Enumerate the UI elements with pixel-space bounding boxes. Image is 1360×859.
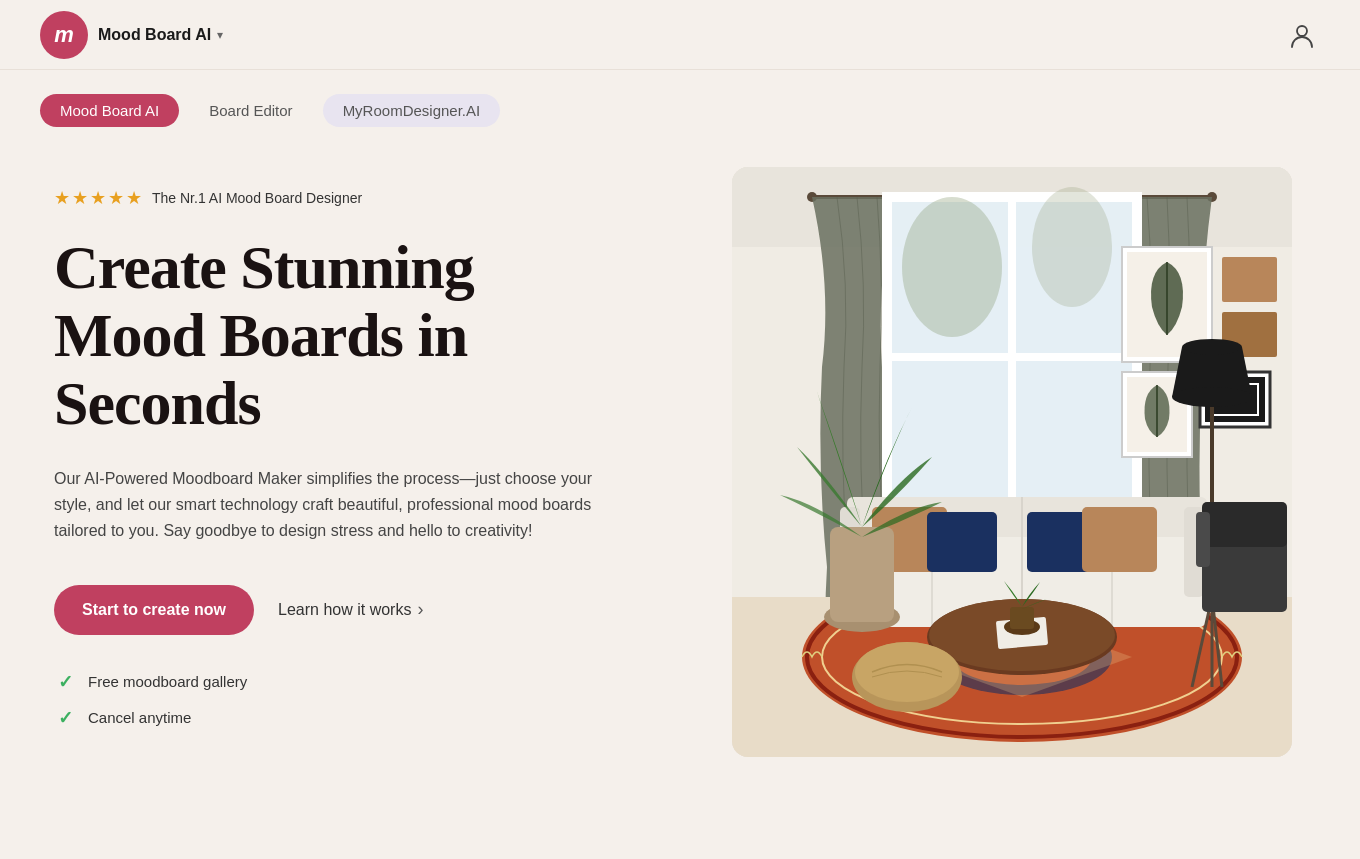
main-content: ★ ★ ★ ★ ★ The Nr.1 AI Mood Board Designe… [0, 127, 1360, 797]
hero-title-line3: Seconds [54, 369, 261, 437]
svg-point-59 [855, 642, 959, 702]
svg-rect-48 [1010, 607, 1034, 629]
features-list: ✓ Free moodboard gallery ✓ Cancel anytim… [54, 671, 664, 729]
feature-item-gallery: ✓ Free moodboard gallery [54, 671, 664, 693]
star-rating: ★ ★ ★ ★ ★ [54, 187, 142, 209]
hero-description: Our AI-Powered Moodboard Maker simplifie… [54, 466, 594, 545]
svg-point-0 [1297, 26, 1307, 36]
feature-cancel-text: Cancel anytime [88, 709, 191, 726]
check-icon-gallery: ✓ [54, 671, 76, 693]
svg-point-11 [902, 197, 1002, 337]
svg-rect-39 [927, 512, 997, 572]
svg-rect-55 [1202, 537, 1287, 612]
svg-rect-56 [1202, 502, 1287, 547]
svg-rect-57 [1196, 512, 1210, 567]
check-icon-cancel: ✓ [54, 707, 76, 729]
logo-letter: m [54, 22, 74, 48]
hero-title-line2: Mood Boards in [54, 301, 467, 369]
header-left: m Mood Board AI ▾ [40, 11, 223, 59]
learn-link-text: Learn how it works [278, 601, 411, 619]
tab-mood-board-ai[interactable]: Mood Board AI [40, 94, 179, 127]
rating-text: The Nr.1 AI Mood Board Designer [152, 190, 362, 206]
right-panel [704, 167, 1320, 757]
user-account-button[interactable] [1284, 17, 1320, 53]
learn-how-link[interactable]: Learn how it works › [278, 599, 423, 620]
svg-point-54 [1172, 387, 1252, 407]
cta-row: Start to create now Learn how it works › [54, 585, 664, 635]
svg-rect-41 [1082, 507, 1157, 572]
left-panel: ★ ★ ★ ★ ★ The Nr.1 AI Mood Board Designe… [54, 167, 664, 729]
brand-nav[interactable]: Mood Board AI ▾ [98, 26, 223, 44]
star-1: ★ [54, 187, 70, 209]
star-5: ★ [126, 187, 142, 209]
svg-rect-16 [1222, 257, 1277, 302]
start-create-button[interactable]: Start to create now [54, 585, 254, 635]
brand-name: Mood Board AI [98, 26, 211, 44]
feature-item-cancel: ✓ Cancel anytime [54, 707, 664, 729]
rating-row: ★ ★ ★ ★ ★ The Nr.1 AI Mood Board Designe… [54, 187, 664, 209]
star-2: ★ [72, 187, 88, 209]
svg-rect-46 [830, 527, 894, 622]
chevron-down-icon: ▾ [217, 28, 223, 42]
star-3: ★ [90, 187, 106, 209]
arrow-right-icon: › [417, 599, 423, 620]
tabs-container: Mood Board AI Board Editor MyRoomDesigne… [0, 70, 1360, 127]
tab-board-editor[interactable]: Board Editor [189, 94, 312, 127]
hero-title: Create Stunning Mood Boards in Seconds [54, 233, 664, 438]
star-4: ★ [108, 187, 124, 209]
header: m Mood Board AI ▾ [0, 0, 1360, 70]
hero-title-line1: Create Stunning [54, 233, 474, 301]
feature-gallery-text: Free moodboard gallery [88, 673, 247, 690]
svg-point-12 [1032, 187, 1112, 307]
room-image [732, 167, 1292, 757]
tab-my-room-designer[interactable]: MyRoomDesigner.AI [323, 94, 501, 127]
logo[interactable]: m [40, 11, 88, 59]
svg-point-53 [1182, 339, 1242, 355]
